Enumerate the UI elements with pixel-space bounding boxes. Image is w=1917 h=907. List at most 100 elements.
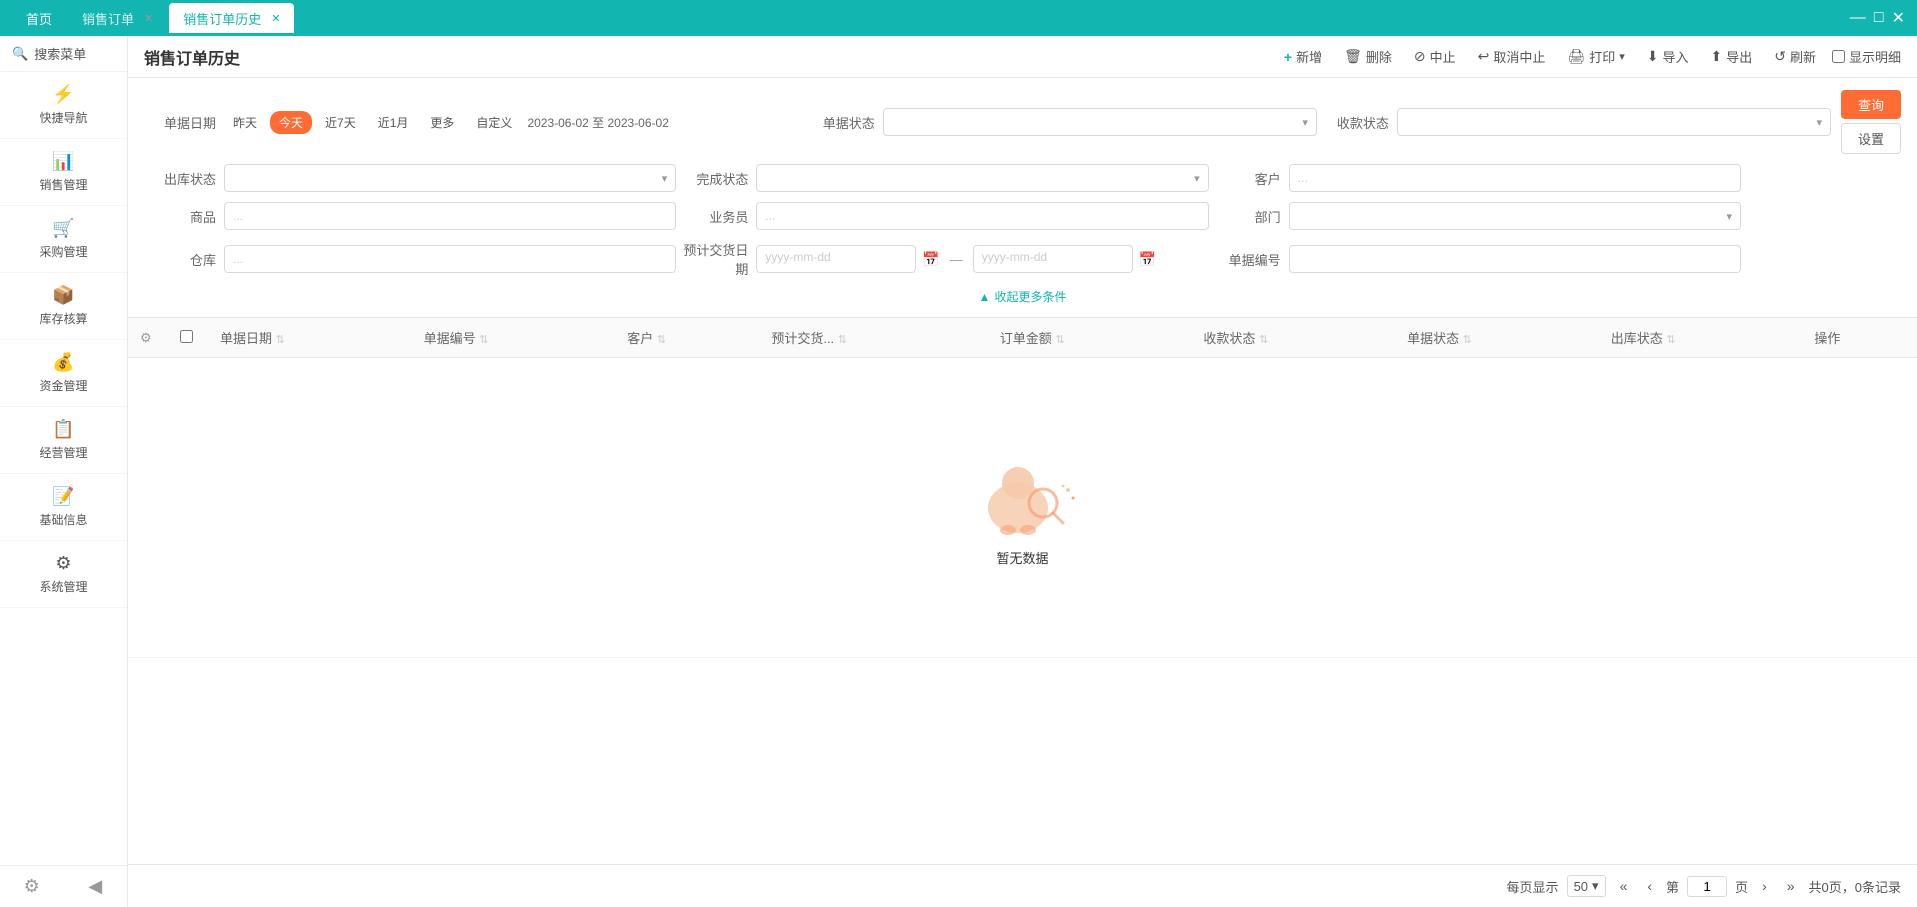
export-icon: ⬆ bbox=[1710, 48, 1722, 65]
sidebar-item-quick-nav[interactable]: ⚡ 快捷导航 bbox=[0, 72, 127, 139]
th-outbound-status: 出库状态 ⇅ bbox=[1599, 318, 1803, 358]
receipt-status-arrow: ▾ bbox=[1816, 116, 1822, 129]
date-tag-1month[interactable]: 近1月 bbox=[369, 111, 418, 134]
base-info-icon: 📝 bbox=[52, 486, 74, 507]
delivery-date-from[interactable]: yyyy-mm-dd bbox=[756, 245, 916, 273]
tab-bar: 首页 销售订单 ✕ 销售订单历史 ✕ bbox=[12, 3, 1850, 33]
date-tag-custom[interactable]: 自定义 bbox=[467, 111, 521, 134]
th-delivery-sort[interactable]: ⇅ bbox=[838, 334, 847, 346]
sidebar-item-sys-mgmt[interactable]: ⚙ 系统管理 bbox=[0, 541, 127, 608]
tab-home-label: 首页 bbox=[26, 9, 52, 28]
page-title: 销售订单历史 bbox=[144, 45, 240, 69]
date-tag-more[interactable]: 更多 bbox=[421, 111, 463, 134]
collapse-button[interactable]: ▲ 收起更多条件 bbox=[144, 288, 1901, 305]
receipt-status-select[interactable]: ▾ bbox=[1397, 108, 1831, 136]
per-page-select[interactable]: 50 ▾ bbox=[1567, 875, 1606, 897]
empty-text: 暂无数据 bbox=[996, 548, 1048, 567]
collapse-arrow-icon: ▲ bbox=[979, 290, 991, 304]
tab-sales-order-history-close[interactable]: ✕ bbox=[271, 12, 280, 25]
customer-input[interactable]: ... bbox=[1289, 164, 1741, 192]
last-page-btn[interactable]: » bbox=[1781, 876, 1801, 896]
sidebar-item-purchase-mgmt[interactable]: 🛒 采购管理 bbox=[0, 206, 127, 273]
minimize-btn[interactable]: — bbox=[1850, 9, 1866, 27]
goods-input[interactable]: ... bbox=[224, 202, 676, 230]
select-all-checkbox[interactable] bbox=[180, 330, 193, 343]
department-select[interactable]: ▾ bbox=[1289, 202, 1741, 230]
warehouse-input[interactable]: ... bbox=[224, 245, 676, 273]
warehouse-field: ... bbox=[224, 245, 676, 273]
th-customer-sort[interactable]: ⇅ bbox=[657, 334, 666, 346]
delivery-date-field: yyyy-mm-dd 📅 — yyyy-mm-dd 📅 bbox=[756, 245, 1208, 273]
th-date-label: 单据日期 bbox=[220, 331, 272, 346]
delete-button[interactable]: 🗑 删除 bbox=[1338, 44, 1398, 69]
tab-sales-order[interactable]: 销售订单 ✕ bbox=[68, 3, 167, 33]
refresh-button[interactable]: ↺ 刷新 bbox=[1768, 44, 1822, 69]
th-number: 单据编号 ⇅ bbox=[412, 318, 616, 358]
import-button[interactable]: ⬇ 导入 bbox=[1641, 44, 1695, 69]
cancel-stop-button[interactable]: ↩ 取消中止 bbox=[1472, 44, 1552, 69]
empty-state-row: 暂无数据 bbox=[128, 358, 1917, 658]
order-num-label: 单据编号 bbox=[1209, 250, 1289, 269]
delete-label: 删除 bbox=[1366, 47, 1392, 66]
salesperson-input[interactable]: ... bbox=[756, 202, 1208, 230]
table-body: 暂无数据 bbox=[128, 358, 1917, 658]
order-status-field: ▾ bbox=[883, 108, 1317, 136]
print-button[interactable]: 🖨 打印 bbox=[1561, 44, 1630, 69]
cal-from-icon[interactable]: 📅 bbox=[922, 251, 939, 268]
th-amount-sort[interactable]: ⇅ bbox=[1055, 334, 1064, 346]
sidebar-item-finance[interactable]: 💰 资金管理 bbox=[0, 340, 127, 407]
query-button[interactable]: 查询 bbox=[1841, 90, 1901, 119]
show-detail-checkbox-input[interactable] bbox=[1832, 50, 1845, 63]
th-date-sort[interactable]: ⇅ bbox=[276, 334, 285, 346]
sidebar-item-base-info-label: 基础信息 bbox=[39, 511, 87, 528]
page-input[interactable] bbox=[1687, 876, 1727, 897]
export-button[interactable]: ⬆ 导出 bbox=[1704, 44, 1758, 69]
th-order-status-sort[interactable]: ⇅ bbox=[1463, 334, 1472, 346]
cancel-stop-icon: ↩ bbox=[1478, 48, 1490, 65]
warehouse-dots: ... bbox=[233, 252, 243, 266]
sales-mgmt-icon: 📊 bbox=[52, 151, 74, 172]
date-tag-today[interactable]: 今天 bbox=[270, 111, 312, 134]
order-status-select[interactable]: ▾ bbox=[883, 108, 1317, 136]
goods-label: 商品 bbox=[144, 207, 224, 226]
date-tag-yesterday[interactable]: 昨天 bbox=[224, 111, 266, 134]
pagination: 每页显示 50 ▾ « ‹ 第 页 › » 共0页，0条记录 bbox=[128, 864, 1917, 907]
top-bar: 首页 销售订单 ✕ 销售订单历史 ✕ — □ ✕ bbox=[0, 0, 1917, 36]
collapse-label: 收起更多条件 bbox=[994, 288, 1066, 305]
sidebar-settings-btn[interactable]: ⚙ bbox=[0, 866, 64, 907]
delivery-date-to[interactable]: yyyy-mm-dd bbox=[973, 245, 1133, 273]
inventory-icon: 📦 bbox=[52, 285, 74, 306]
tab-sales-order-history[interactable]: 销售订单历史 ✕ bbox=[169, 3, 294, 33]
table-settings-icon[interactable]: ⚙ bbox=[140, 330, 152, 345]
outbound-select[interactable]: ▾ bbox=[224, 164, 676, 192]
empty-state: 暂无数据 bbox=[140, 368, 1905, 647]
set-button[interactable]: 设置 bbox=[1841, 123, 1901, 154]
sidebar-item-operations[interactable]: 📋 经营管理 bbox=[0, 407, 127, 474]
sidebar-item-base-info[interactable]: 📝 基础信息 bbox=[0, 474, 127, 541]
cal-to-icon[interactable]: 📅 bbox=[1139, 251, 1156, 268]
th-outbound-status-sort[interactable]: ⇅ bbox=[1666, 334, 1675, 346]
new-button[interactable]: + 新增 bbox=[1278, 44, 1328, 69]
first-page-btn[interactable]: « bbox=[1614, 876, 1634, 896]
tab-home[interactable]: 首页 bbox=[12, 3, 66, 33]
close-btn[interactable]: ✕ bbox=[1892, 8, 1905, 28]
maximize-btn[interactable]: □ bbox=[1874, 9, 1884, 27]
next-page-btn[interactable]: › bbox=[1756, 876, 1773, 896]
sidebar-item-purchase-mgmt-label: 采购管理 bbox=[39, 243, 87, 260]
sidebar-item-inventory[interactable]: 📦 库存核算 bbox=[0, 273, 127, 340]
sidebar-search[interactable]: 🔍 搜索菜单 bbox=[0, 36, 127, 72]
tab-sales-order-close[interactable]: ✕ bbox=[144, 12, 153, 25]
th-receipt-status-sort[interactable]: ⇅ bbox=[1259, 334, 1268, 346]
complete-arrow: ▾ bbox=[1194, 172, 1200, 185]
order-num-input[interactable] bbox=[1289, 245, 1741, 273]
complete-select[interactable]: ▾ bbox=[756, 164, 1208, 192]
th-number-label: 单据编号 bbox=[424, 331, 476, 346]
prev-page-btn[interactable]: ‹ bbox=[1641, 876, 1658, 896]
show-detail-toggle[interactable]: 显示明细 bbox=[1832, 47, 1901, 66]
stop-button[interactable]: ⊘ 中止 bbox=[1408, 44, 1462, 69]
salesperson-label: 业务员 bbox=[676, 207, 756, 226]
sidebar-item-sales-mgmt[interactable]: 📊 销售管理 bbox=[0, 139, 127, 206]
th-number-sort[interactable]: ⇅ bbox=[479, 334, 488, 346]
date-tag-7days[interactable]: 近7天 bbox=[316, 111, 365, 134]
sidebar-collapse-btn[interactable]: ◀ bbox=[64, 866, 128, 907]
